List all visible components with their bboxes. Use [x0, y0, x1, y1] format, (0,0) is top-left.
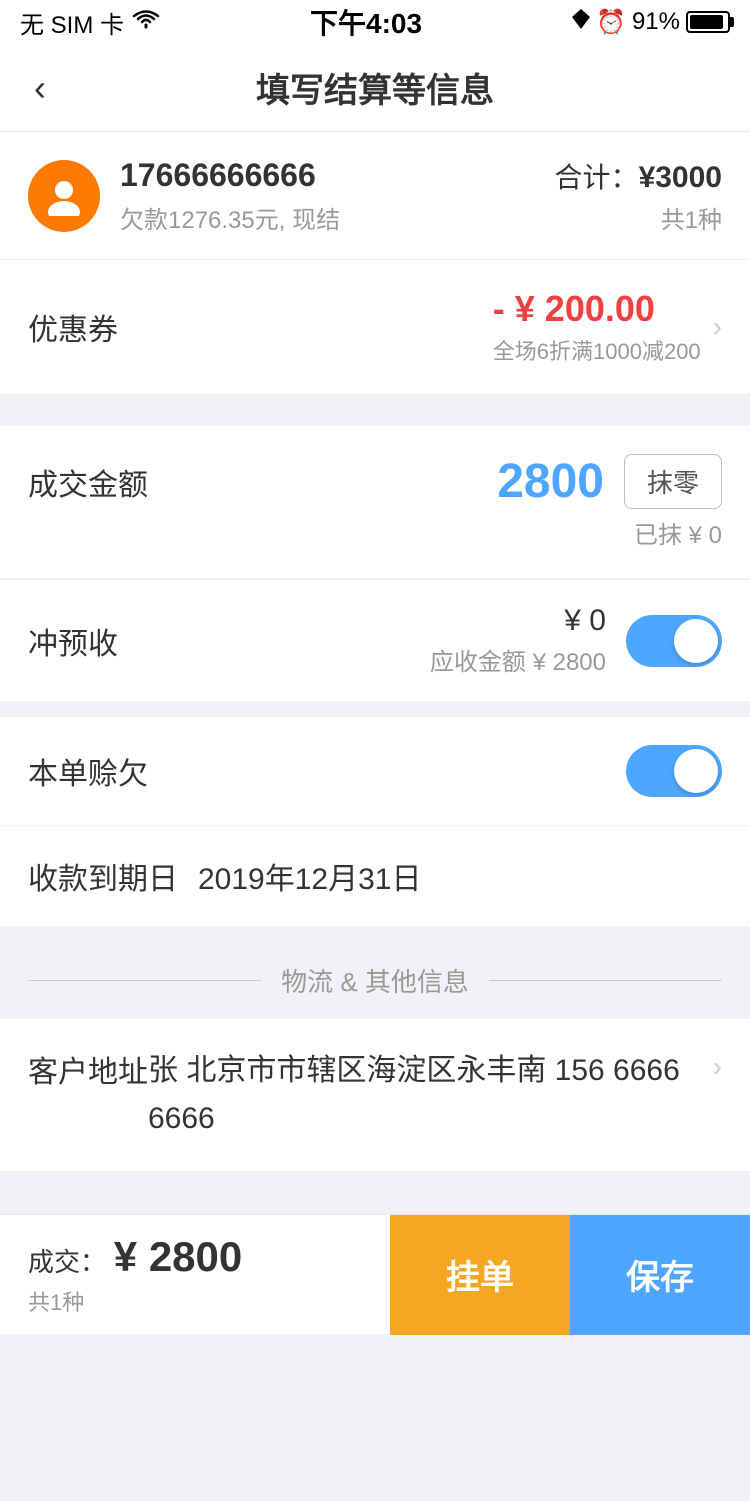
total-label: 合计： — [555, 162, 639, 193]
status-right: ⏰ 91% — [572, 8, 730, 37]
address-row[interactable]: 客户地址 张 北京市市辖区海淀区永丰南 156 6666 6666 › — [28, 1047, 722, 1143]
coupon-amount: - ¥ 200.00 — [493, 288, 701, 330]
logistics-separator — [0, 926, 750, 942]
round-button[interactable]: 抹零 — [624, 454, 722, 509]
duedate-value: 2019年12月31日 — [198, 854, 421, 898]
location-icon — [572, 8, 590, 36]
address-chevron-icon: › — [713, 1051, 722, 1083]
bottom-label-row: 成交： ¥ 2800 — [28, 1233, 362, 1281]
gray-separator-1 — [0, 410, 750, 426]
bottom-amount: ¥ 2800 — [114, 1233, 242, 1280]
coupon-amount-block: - ¥ 200.00 全场6折满1000减200 — [493, 288, 701, 366]
battery-percent: 91% — [632, 8, 680, 36]
coupon-row[interactable]: 优惠券 - ¥ 200.00 全场6折满1000减200 › — [0, 259, 750, 394]
carrier-label: 无 SIM 卡 — [20, 5, 124, 40]
customer-left: 17666666666 欠款1276.35元, 现结 — [28, 157, 340, 235]
amount-label: 成交金额 — [28, 460, 148, 504]
address-section: 客户地址 张 北京市市辖区海淀区永丰南 156 6666 6666 › — [0, 1019, 750, 1171]
hold-button[interactable]: 挂单 — [390, 1215, 570, 1335]
status-time: 下午4:03 — [310, 2, 422, 42]
prepay-section: 冲预收 ¥ 0 应收金额 ¥ 2800 — [0, 579, 750, 701]
debt-label: 本单赊欠 — [28, 749, 148, 793]
prepay-amount-block: ¥ 0 应收金额 ¥ 2800 — [430, 604, 606, 677]
status-bar: 无 SIM 卡 下午4:03 ⏰ 91% — [0, 0, 750, 44]
prepay-row: 冲预收 ¥ 0 应收金额 ¥ 2800 — [28, 604, 722, 677]
prepay-amount: ¥ 0 — [430, 604, 606, 638]
customer-info: 17666666666 欠款1276.35元, 现结 — [120, 157, 340, 235]
prepay-right: ¥ 0 应收金额 ¥ 2800 — [430, 604, 722, 677]
duedate-row: 收款到期日 2019年12月31日 — [28, 854, 722, 898]
customer-section: 17666666666 欠款1276.35元, 现结 合计：¥3000 共1种 … — [0, 132, 750, 394]
bottom-count: 共1种 — [28, 1285, 362, 1317]
alarm-icon: ⏰ — [596, 8, 626, 37]
bottom-bar: 成交： ¥ 2800 共1种 挂单 保存 — [0, 1214, 750, 1334]
battery-icon — [686, 11, 730, 33]
debt-row: 本单赊欠 — [28, 745, 722, 797]
amount-sub: 已抹 ¥ 0 — [28, 515, 722, 550]
customer-debt: 欠款1276.35元, 现结 — [120, 200, 340, 235]
duedate-section: 收款到期日 2019年12月31日 — [0, 825, 750, 926]
toggle-knob — [674, 619, 718, 663]
prepay-toggle[interactable] — [626, 615, 722, 667]
coupon-label: 优惠券 — [28, 305, 118, 349]
wifi-icon — [132, 8, 160, 36]
amount-value: 2800 — [497, 454, 604, 509]
status-left: 无 SIM 卡 — [20, 5, 160, 40]
total-amount: ¥3000 — [639, 161, 722, 194]
customer-phone: 17666666666 — [120, 157, 340, 194]
coupon-right: - ¥ 200.00 全场6折满1000减200 › — [493, 288, 722, 366]
save-button[interactable]: 保存 — [570, 1215, 750, 1335]
page-title: 填写结算等信息 — [256, 63, 494, 112]
debt-section: 本单赊欠 — [0, 717, 750, 825]
amount-row: 成交金额 2800 抹零 — [28, 454, 722, 509]
total-label-row: 合计：¥3000 — [555, 156, 722, 196]
prepay-label: 冲预收 — [28, 619, 118, 663]
debt-toggle-knob — [674, 749, 718, 793]
customer-row: 17666666666 欠款1276.35元, 现结 合计：¥3000 共1种 — [0, 132, 750, 259]
address-value: 张 北京市市辖区海淀区永丰南 156 6666 6666 — [148, 1047, 701, 1143]
total-count: 共1种 — [555, 200, 722, 235]
duedate-label: 收款到期日 — [28, 854, 178, 898]
logistics-title: 物流 & 其他信息 — [261, 962, 489, 999]
bottom-label: 成交： — [28, 1247, 106, 1277]
avatar — [28, 160, 100, 232]
gray-separator-2 — [0, 701, 750, 717]
amount-right: 2800 抹零 — [497, 454, 722, 509]
amount-section: 成交金额 2800 抹零 已抹 ¥ 0 — [0, 426, 750, 579]
back-button[interactable]: ‹ — [24, 57, 56, 119]
coupon-desc: 全场6折满1000减200 — [493, 334, 701, 366]
address-label: 客户地址 — [28, 1047, 148, 1091]
debt-toggle[interactable] — [626, 745, 722, 797]
customer-right: 合计：¥3000 共1种 — [555, 156, 722, 235]
nav-bar: ‹ 填写结算等信息 — [0, 44, 750, 132]
logistics-header: 物流 & 其他信息 — [0, 942, 750, 1019]
bottom-summary: 成交： ¥ 2800 共1种 — [0, 1233, 390, 1317]
chevron-right-icon: › — [713, 311, 722, 343]
prepay-sub: 应收金额 ¥ 2800 — [430, 642, 606, 677]
